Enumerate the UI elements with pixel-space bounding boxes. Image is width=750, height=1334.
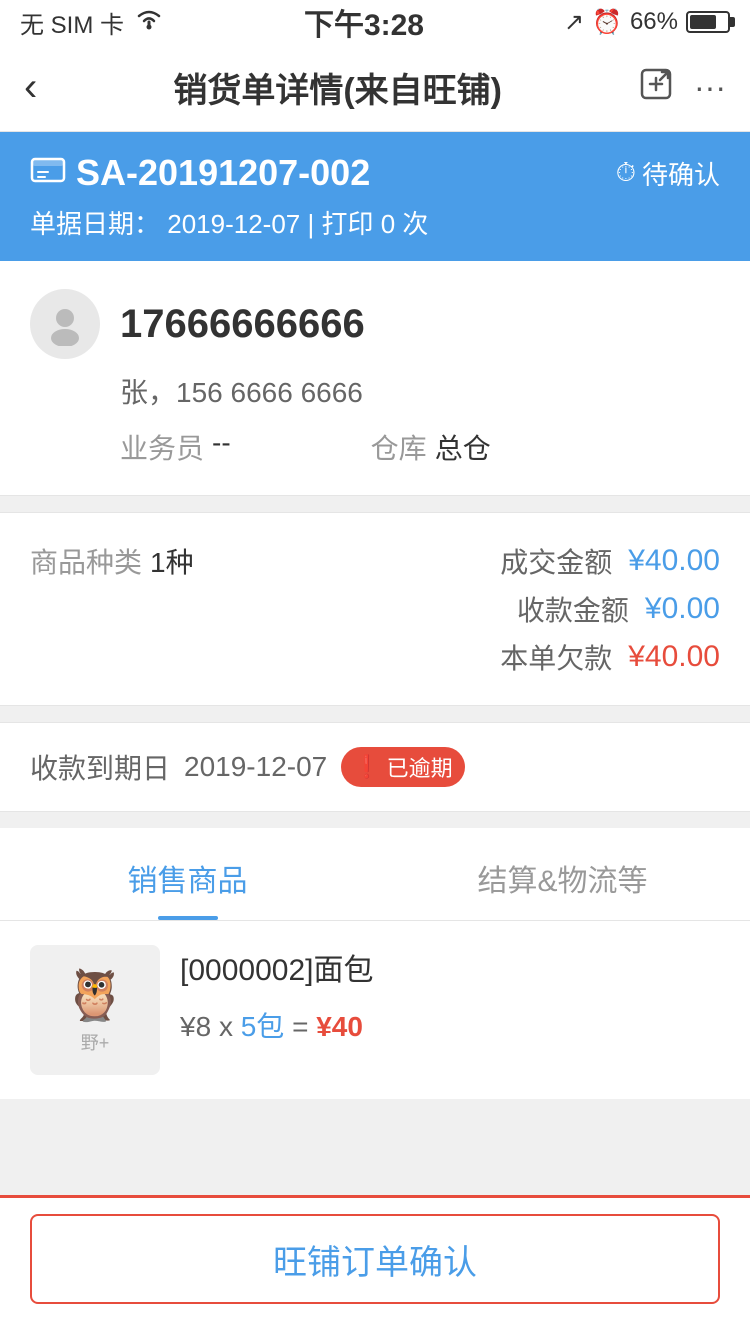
customer-card: 17666666666 张，156 6666 6666 业务员 -- 仓库 总仓 (0, 261, 750, 496)
order-icon (30, 152, 66, 194)
product-thumb-icon: 🦉 (64, 966, 126, 1025)
product-type-value: 1种 (150, 541, 194, 581)
confirm-order-button[interactable]: 旺铺订单确认 (30, 1214, 720, 1304)
multiply-sign: x (219, 1011, 241, 1042)
order-status: ⏱ 待确认 (616, 155, 720, 192)
status-time: 下午3:28 (304, 0, 424, 44)
product-name: [0000002]面包 (180, 945, 720, 989)
nav-actions: ··· (638, 66, 726, 110)
equal-sign: = (292, 1011, 316, 1042)
warehouse-label: 仓库 (371, 427, 427, 467)
overdue-icon: ❗ (353, 754, 380, 780)
status-right: ↗ ⏰ 66% (564, 8, 730, 37)
order-header: SA-20191207-002 ⏱ 待确认 单据日期： 2019-12-07 |… (0, 132, 750, 261)
product-price: ¥8 x 5包 = ¥40 (180, 1005, 720, 1045)
salesperson-value: -- (212, 427, 231, 467)
warehouse-value: 总仓 (435, 427, 491, 467)
overdue-badge: ❗ 已逾期 (341, 747, 464, 787)
deal-amount-label: 成交金额 (500, 541, 612, 581)
product-thumbnail: 🦉 野+ (30, 945, 160, 1075)
receive-amount-label: 收款金额 (517, 589, 629, 629)
debt-amount-value: ¥40.00 (628, 640, 720, 674)
location-icon: ↗ (564, 8, 584, 37)
alarm-icon: ⏰ (592, 8, 622, 37)
salesperson-label: 业务员 (120, 427, 204, 467)
product-thumb-label: 野+ (81, 1029, 110, 1055)
deal-amount-value: ¥40.00 (628, 544, 720, 578)
wifi-icon (134, 8, 164, 37)
tab-settlement[interactable]: 结算&物流等 (375, 828, 750, 920)
due-date-label: 收款到期日 (30, 747, 170, 787)
customer-name: 张，156 6666 6666 (120, 371, 720, 411)
order-id: SA-20191207-002 (30, 152, 370, 194)
overdue-text: 已逾期 (387, 751, 453, 783)
product-type-label: 商品种类 (30, 541, 142, 581)
due-date-value: 2019-12-07 (184, 751, 327, 783)
summary-card: 商品种类 1种 成交金额 ¥40.00 收款金额 ¥0.00 本单欠款 ¥40.… (0, 512, 750, 706)
price-unit: ¥8 (180, 1011, 211, 1042)
tabs: 销售商品 结算&物流等 (0, 828, 750, 921)
order-date-line: 单据日期： 2019-12-07 | 打印 0 次 (30, 204, 720, 241)
customer-meta: 业务员 -- 仓库 总仓 (120, 427, 720, 467)
share-icon[interactable] (638, 66, 674, 110)
confirm-button-wrap: 旺铺订单确认 (0, 1195, 750, 1334)
price-total: ¥40 (316, 1011, 363, 1042)
more-icon[interactable]: ··· (694, 69, 726, 106)
product-section: 🦉 野+ [0000002]面包 ¥8 x 5包 = ¥40 (0, 921, 750, 1099)
debt-amount-label: 本单欠款 (500, 637, 612, 677)
nav-bar: ‹ 销货单详情(来自旺铺) ··· (0, 44, 750, 132)
tab-goods[interactable]: 销售商品 (0, 828, 375, 920)
back-button[interactable]: ‹ (24, 65, 37, 110)
page-title: 销货单详情(来自旺铺) (173, 63, 502, 112)
status-left: 无 SIM 卡 (20, 5, 164, 40)
battery-icon (686, 11, 730, 33)
status-clock-icon: ⏱ (616, 157, 636, 189)
avatar (30, 289, 100, 359)
product-info: [0000002]面包 ¥8 x 5包 = ¥40 (180, 945, 720, 1045)
due-date-card: 收款到期日 2019-12-07 ❗ 已逾期 (0, 722, 750, 812)
customer-phone: 17666666666 (120, 302, 365, 347)
product-item: 🦉 野+ [0000002]面包 ¥8 x 5包 = ¥40 (30, 945, 720, 1075)
status-bar: 无 SIM 卡 下午3:28 ↗ ⏰ 66% (0, 0, 750, 44)
battery-percent: 66% (630, 8, 678, 36)
carrier-label: 无 SIM 卡 (20, 5, 124, 40)
price-quantity: 5包 (241, 1011, 285, 1042)
receive-amount-value: ¥0.00 (645, 592, 720, 626)
